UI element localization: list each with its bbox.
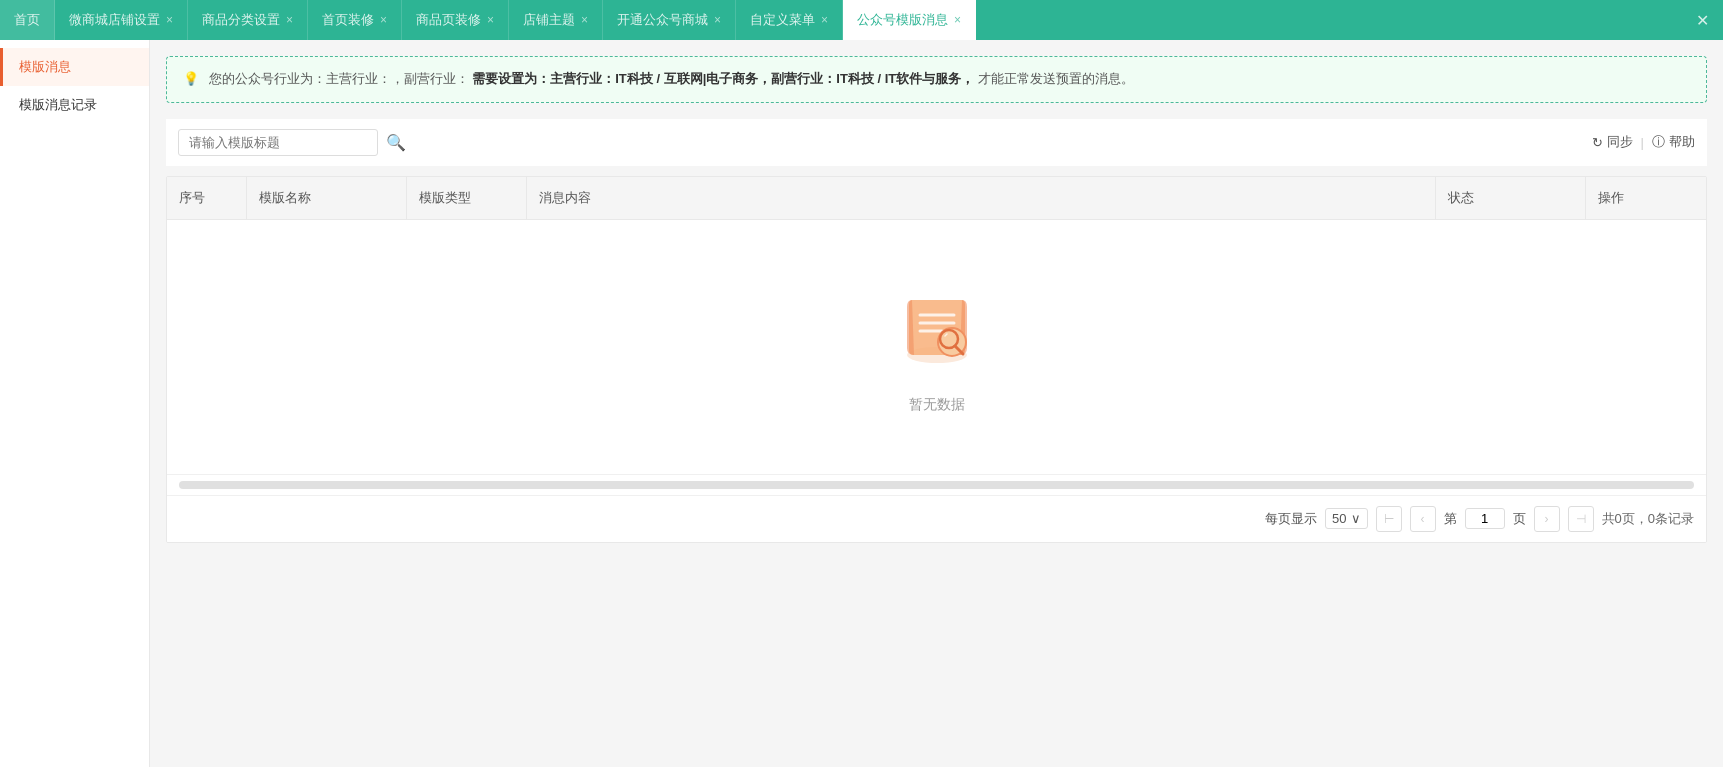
- tab-home[interactable]: 首页: [0, 0, 55, 40]
- last-page-button[interactable]: ⊣: [1568, 506, 1594, 532]
- search-input[interactable]: [178, 129, 378, 156]
- tab-template-msg[interactable]: 公众号模版消息×: [843, 0, 976, 40]
- help-button[interactable]: ⓘ 帮助: [1652, 133, 1695, 151]
- notice-text-after: 才能正常发送预置的消息。: [978, 71, 1134, 86]
- table-header-action: 操作: [1586, 177, 1706, 219]
- help-label: 帮助: [1669, 133, 1695, 151]
- page-total: 共0页，0条记录: [1602, 510, 1694, 528]
- sidebar-item-template-message[interactable]: 模版消息: [0, 48, 149, 86]
- tab-store-theme[interactable]: 店铺主题×: [509, 0, 603, 40]
- notice-text-before: 您的公众号行业为：主营行业：，副营行业：: [209, 71, 469, 86]
- search-button[interactable]: 🔍: [386, 133, 406, 152]
- notice-box: 💡 您的公众号行业为：主营行业：，副营行业： 需要设置为：主营行业：IT科技 /…: [166, 56, 1707, 103]
- sidebar-item-template-message-log[interactable]: 模版消息记录: [0, 86, 149, 124]
- scroll-bar-area: [167, 474, 1706, 495]
- table-header-content: 消息内容: [527, 177, 1436, 219]
- tab-open-mall[interactable]: 开通公众号商城×: [603, 0, 736, 40]
- table-wrapper: 序号模版名称模版类型消息内容状态操作: [166, 176, 1707, 543]
- tab-close-template-msg[interactable]: ×: [954, 13, 961, 27]
- sync-label: 同步: [1607, 133, 1633, 151]
- table-header-name: 模版名称: [247, 177, 407, 219]
- table-header: 序号模版名称模版类型消息内容状态操作: [167, 177, 1706, 220]
- sync-icon: ↻: [1592, 135, 1603, 150]
- tab-close-store-theme[interactable]: ×: [581, 13, 588, 27]
- table-header-status: 状态: [1436, 177, 1586, 219]
- tab-product-decor[interactable]: 商品页装修×: [402, 0, 509, 40]
- tab-custom-menu[interactable]: 自定义菜单×: [736, 0, 843, 40]
- pagination: 每页显示 50 ∨ ⊢ ‹ 第 页 › ⊣ 共0页，0条记录: [167, 495, 1706, 542]
- page-di-label: 第: [1444, 510, 1457, 528]
- empty-text: 暂无数据: [909, 396, 965, 414]
- tab-close-product-decor[interactable]: ×: [487, 13, 494, 27]
- sync-button[interactable]: ↻ 同步: [1592, 133, 1633, 151]
- tab-category-settings[interactable]: 商品分类设置×: [188, 0, 308, 40]
- fake-scrollbar[interactable]: [179, 481, 1694, 489]
- page-number-input[interactable]: [1465, 508, 1505, 529]
- content-area: 💡 您的公众号行业为：主营行业：，副营行业： 需要设置为：主营行业：IT科技 /…: [150, 40, 1723, 767]
- tab-homepage-decor[interactable]: 首页装修×: [308, 0, 402, 40]
- next-page-button[interactable]: ›: [1534, 506, 1560, 532]
- bulb-icon: 💡: [183, 71, 199, 86]
- chevron-down-icon: ∨: [1351, 511, 1361, 526]
- prev-page-button[interactable]: ‹: [1410, 506, 1436, 532]
- tab-close-open-mall[interactable]: ×: [714, 13, 721, 27]
- search-left: 🔍: [178, 129, 406, 156]
- notice-highlight: 需要设置为：主营行业：IT科技 / 互联网|电子商务，副营行业：IT科技 / I…: [472, 71, 974, 86]
- sidebar: 模版消息模版消息记录: [0, 40, 150, 767]
- first-page-button[interactable]: ⊢: [1376, 506, 1402, 532]
- tab-bar: 首页微商城店铺设置×商品分类设置×首页装修×商品页装修×店铺主题×开通公众号商城…: [0, 0, 1723, 40]
- search-right: ↻ 同步 | ⓘ 帮助: [1592, 133, 1695, 151]
- empty-state: 暂无数据: [167, 220, 1706, 474]
- main-layout: 模版消息模版消息记录 💡 您的公众号行业为：主营行业：，副营行业： 需要设置为：…: [0, 40, 1723, 767]
- tab-close-custom-menu[interactable]: ×: [821, 13, 828, 27]
- page-size-select[interactable]: 50 ∨: [1325, 508, 1367, 529]
- tab-store-settings[interactable]: 微商城店铺设置×: [55, 0, 188, 40]
- tab-close-homepage-decor[interactable]: ×: [380, 13, 387, 27]
- empty-icon: [887, 280, 987, 380]
- table-header-type: 模版类型: [407, 177, 527, 219]
- close-all-button[interactable]: ✕: [1682, 11, 1723, 30]
- tab-close-store-settings[interactable]: ×: [166, 13, 173, 27]
- page-size-label: 每页显示: [1265, 510, 1317, 528]
- help-icon: ⓘ: [1652, 133, 1665, 151]
- search-bar: 🔍 ↻ 同步 | ⓘ 帮助: [166, 119, 1707, 166]
- page-unit-label: 页: [1513, 510, 1526, 528]
- tab-close-category-settings[interactable]: ×: [286, 13, 293, 27]
- page-size-value: 50: [1332, 511, 1346, 526]
- table-header-index: 序号: [167, 177, 247, 219]
- divider: |: [1641, 135, 1644, 150]
